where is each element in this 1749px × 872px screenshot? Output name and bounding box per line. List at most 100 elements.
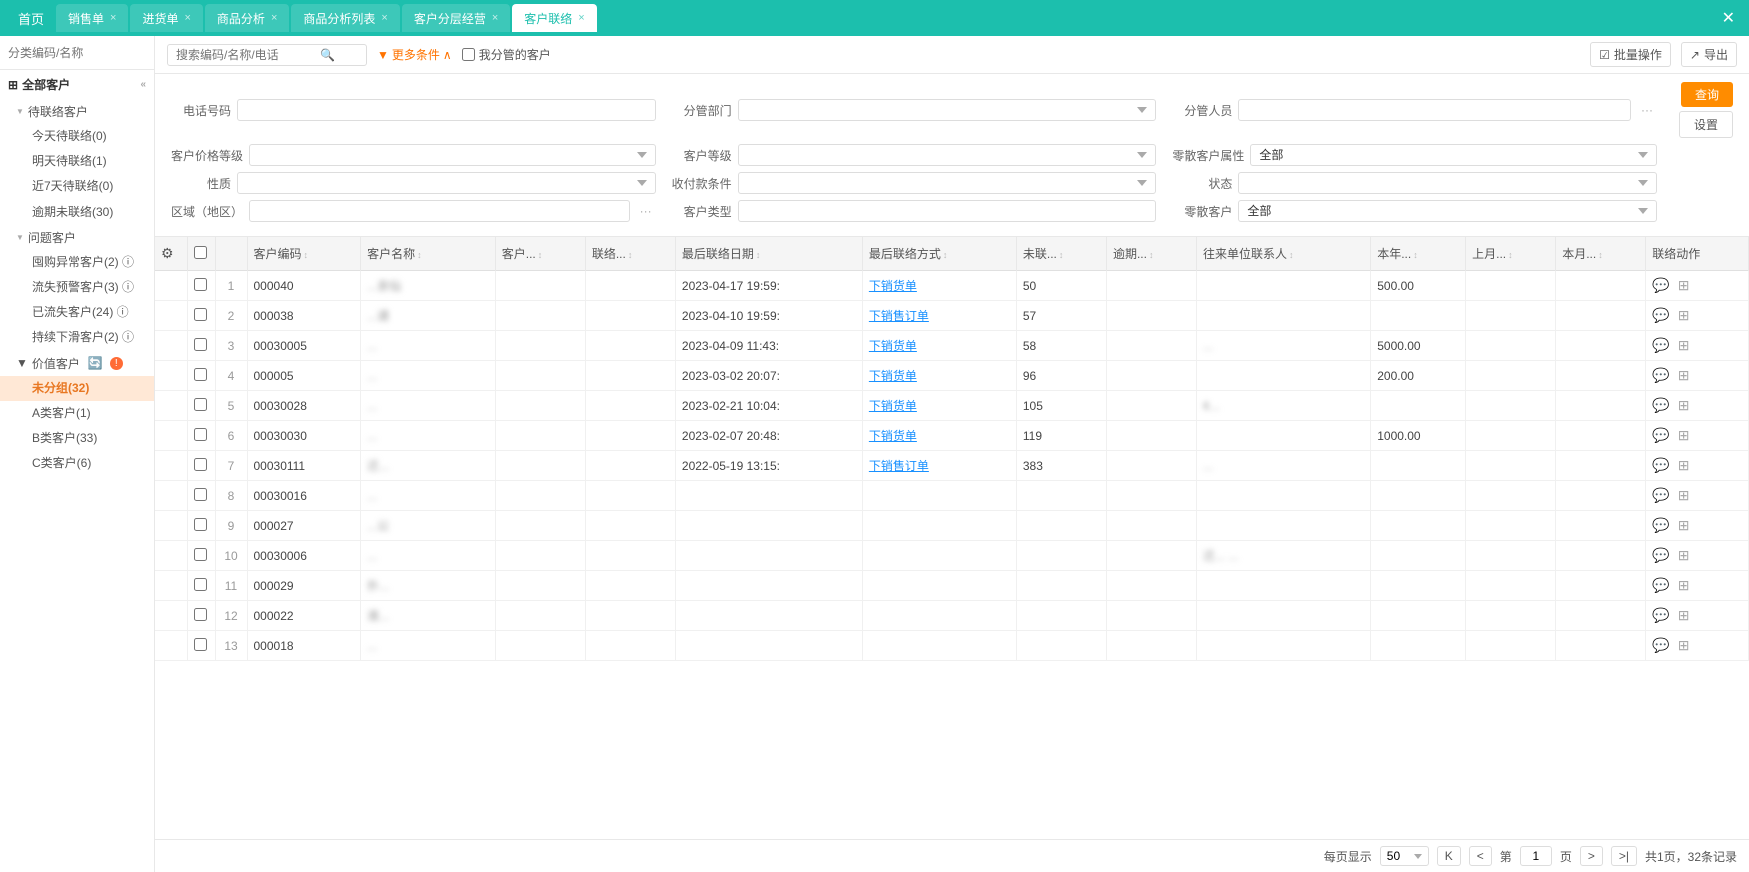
customer-level-select[interactable] (738, 144, 1157, 166)
last-page-button[interactable]: >| (1611, 846, 1637, 866)
sidebar-group-problem[interactable]: ▼ 问题客户 (0, 225, 154, 250)
sidebar-item-overdue[interactable]: 逾期未联络(30) (0, 200, 154, 225)
payment-select[interactable] (738, 172, 1157, 194)
tab-customer-contact-close[interactable]: × (578, 12, 584, 24)
sidebar-search-box[interactable]: 🔍 (0, 36, 154, 70)
phone-input[interactable] (237, 99, 656, 121)
chat-icon[interactable]: 💬 (1652, 487, 1669, 504)
row-checkbox[interactable] (194, 458, 207, 471)
row-checkbox[interactable] (194, 488, 207, 501)
chat-icon[interactable]: 💬 (1652, 577, 1669, 594)
tab-product-analysis-close[interactable]: × (271, 12, 277, 24)
th-last-contact-way[interactable]: 最后联络方式↕ (862, 237, 1016, 271)
tab-product-list-close[interactable]: × (381, 12, 387, 24)
page-input[interactable] (1520, 846, 1552, 866)
chat-icon[interactable]: 💬 (1652, 637, 1669, 654)
settings-icon[interactable]: ⚙ (161, 245, 174, 261)
sidebar-item-7days[interactable]: 近7天待联络(0) (0, 174, 154, 199)
first-page-button[interactable]: K (1437, 846, 1461, 866)
reset-button[interactable]: 设置 (1679, 111, 1733, 138)
row-checkbox[interactable] (194, 308, 207, 321)
th-no-contact[interactable]: 未联...↕ (1016, 237, 1106, 271)
th-type[interactable]: 客户...↕ (495, 237, 585, 271)
grid-action-icon[interactable]: ⊞ (1678, 277, 1690, 294)
person-input[interactable] (1238, 99, 1631, 121)
grid-action-icon[interactable]: ⊞ (1678, 607, 1690, 624)
cell-last-contact-way[interactable]: 下销售订单 (862, 451, 1016, 481)
home-tab[interactable]: 首页 (8, 9, 54, 28)
cell-last-contact-way[interactable]: 下销货单 (862, 331, 1016, 361)
cell-last-contact-way[interactable]: 下销货单 (862, 271, 1016, 301)
tab-customer-contact[interactable]: 客户联络 × (512, 4, 596, 32)
sidebar-item-classC[interactable]: C类客户(6) (0, 451, 154, 476)
window-close-button[interactable]: ✕ (1716, 8, 1741, 28)
th-last-contact-date[interactable]: 最后联络日期↕ (675, 237, 862, 271)
chat-icon[interactable]: 💬 (1652, 337, 1669, 354)
tab-product-analysis[interactable]: 商品分析 × (205, 4, 289, 32)
row-checkbox[interactable] (194, 518, 207, 531)
sidebar-item-abnormal[interactable]: 囤购异常客户(2) ⓘ (0, 250, 154, 275)
row-checkbox[interactable] (194, 368, 207, 381)
tab-customer-tier[interactable]: 客户分层经营 × (402, 4, 510, 32)
cell-checkbox[interactable] (187, 481, 215, 511)
sidebar-item-churn-warning[interactable]: 流失预警客户(3) ⓘ (0, 275, 154, 300)
cell-checkbox[interactable] (187, 601, 215, 631)
select-all-checkbox[interactable] (194, 246, 207, 259)
row-checkbox[interactable] (194, 638, 207, 651)
query-button[interactable]: 查询 (1681, 82, 1733, 107)
dept-select[interactable] (738, 99, 1157, 121)
tab-sales-order[interactable]: 销售单 × (56, 4, 128, 32)
chat-icon[interactable]: 💬 (1652, 607, 1669, 624)
customer-type-input[interactable] (738, 200, 1157, 222)
grid-action-icon[interactable]: ⊞ (1678, 577, 1690, 594)
export-button[interactable]: ↗ 导出 (1681, 42, 1737, 67)
sidebar-search-input[interactable] (8, 46, 155, 60)
batch-operation-button[interactable]: ☑ 批量操作 (1590, 42, 1671, 67)
th-contact[interactable]: 联络...↕ (585, 237, 675, 271)
sidebar-item-tomorrow[interactable]: 明天待联络(1) (0, 149, 154, 174)
chat-icon[interactable]: 💬 (1652, 277, 1669, 294)
grid-action-icon[interactable]: ⊞ (1678, 367, 1690, 384)
cell-checkbox[interactable] (187, 451, 215, 481)
grid-action-icon[interactable]: ⊞ (1678, 337, 1690, 354)
tab-purchase-order[interactable]: 进货单 × (130, 4, 202, 32)
th-overdue[interactable]: 逾期...↕ (1106, 237, 1196, 271)
row-checkbox[interactable] (194, 548, 207, 561)
my-customers-checkbox[interactable] (462, 48, 475, 61)
th-this-year[interactable]: 本年...↕ (1371, 237, 1466, 271)
search-input[interactable] (176, 48, 316, 62)
sidebar-item-declining[interactable]: 持续下滑客户(2) ⓘ (0, 325, 154, 350)
cell-checkbox[interactable] (187, 541, 215, 571)
grid-action-icon[interactable]: ⊞ (1678, 547, 1690, 564)
cell-checkbox[interactable] (187, 271, 215, 301)
th-contact-person[interactable]: 往来单位联系人↕ (1197, 237, 1371, 271)
page-size-select[interactable]: 50 100 200 (1380, 846, 1429, 866)
cell-last-contact-way[interactable] (862, 601, 1016, 631)
chat-icon[interactable]: 💬 (1652, 547, 1669, 564)
sidebar-item-classB[interactable]: B类客户(33) (0, 426, 154, 451)
cell-checkbox[interactable] (187, 511, 215, 541)
next-page-button[interactable]: > (1580, 846, 1603, 866)
cell-checkbox[interactable] (187, 421, 215, 451)
th-this-month[interactable]: 本月...↕ (1556, 237, 1646, 271)
grid-action-icon[interactable]: ⊞ (1678, 307, 1690, 324)
refresh-icon[interactable]: 🔄 (88, 356, 103, 370)
cell-last-contact-way[interactable]: 下销售订单 (862, 301, 1016, 331)
row-checkbox[interactable] (194, 338, 207, 351)
grid-action-icon[interactable]: ⊞ (1678, 637, 1690, 654)
grid-action-icon[interactable]: ⊞ (1678, 487, 1690, 504)
th-code[interactable]: 客户编码↕ (247, 237, 361, 271)
th-settings[interactable]: ⚙ (155, 237, 187, 271)
grid-action-icon[interactable]: ⊞ (1678, 427, 1690, 444)
row-checkbox[interactable] (194, 608, 207, 621)
cell-last-contact-way[interactable]: 下销货单 (862, 361, 1016, 391)
region-ellipsis[interactable]: ··· (636, 204, 656, 218)
nature-select[interactable] (237, 172, 656, 194)
grid-action-icon[interactable]: ⊞ (1678, 457, 1690, 474)
chat-icon[interactable]: 💬 (1652, 517, 1669, 534)
tab-customer-tier-close[interactable]: × (492, 12, 498, 24)
cell-checkbox[interactable] (187, 361, 215, 391)
cell-last-contact-way[interactable] (862, 541, 1016, 571)
more-conditions-button[interactable]: ▼ 更多条件 ∧ (377, 46, 452, 63)
grid-action-icon[interactable]: ⊞ (1678, 517, 1690, 534)
